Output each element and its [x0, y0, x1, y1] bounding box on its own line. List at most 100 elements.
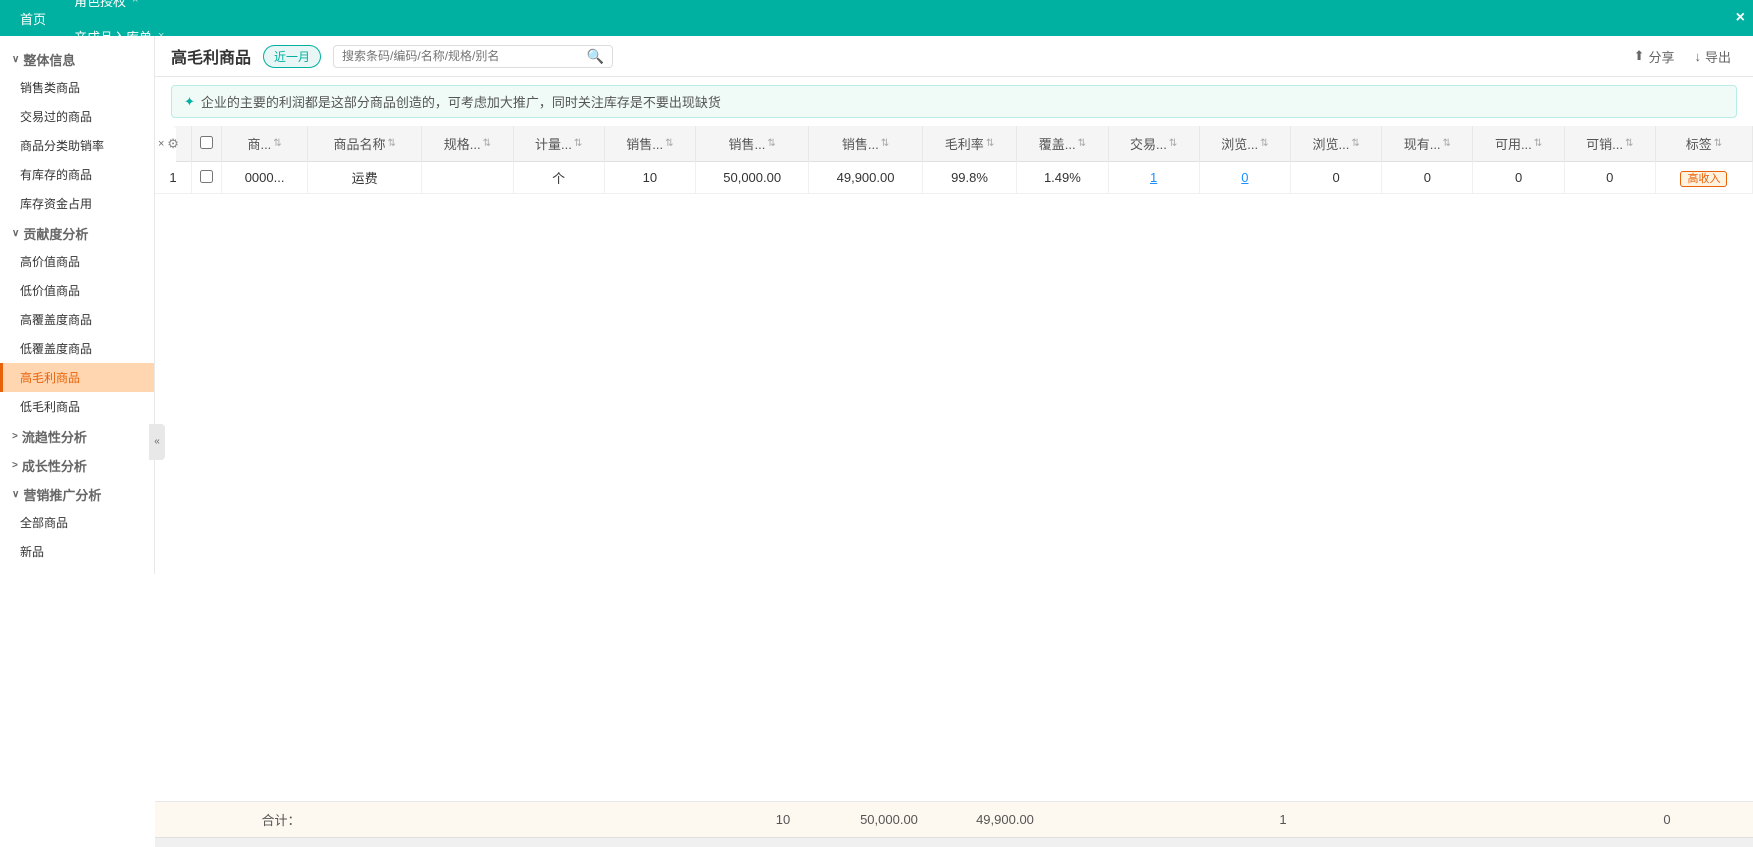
sort-icon-tag: ⇅ [1714, 138, 1722, 149]
bottom-scrollbar[interactable] [155, 837, 1753, 847]
sidebar-item-0-4[interactable]: 库存资金占用 [0, 189, 154, 218]
nav-tab-close[interactable]: × [132, 0, 138, 6]
content-area: 高毛利商品 近一月 🔍 ⬆ 分享 ↓ 导出 ✦ 企业的主要的利润都是这部分商品创… [155, 36, 1753, 847]
footer-sales-profit: 49,900.00 [955, 812, 1055, 827]
sidebar-item-1-5[interactable]: 低毛利商品 [0, 392, 154, 421]
col-header-sales_amount[interactable]: 销售...⇅ [695, 126, 808, 162]
share-icon: ⬆ [1634, 48, 1645, 64]
section-title-1: 贡献度分析 [23, 224, 88, 243]
sidebar-item-1-4[interactable]: 高毛利商品 [0, 363, 154, 392]
table-body: 10000...运费个1050,000.0049,900.0099.8%1.49… [155, 162, 1753, 194]
sidebar-item-4-0[interactable]: 全部商品 [0, 508, 154, 537]
period-button[interactable]: 近一月 [263, 45, 321, 68]
cell-view1[interactable]: 0 [1199, 162, 1290, 194]
sidebar-item-1-1[interactable]: 低价值商品 [0, 276, 154, 305]
notice-icon: ✦ [184, 94, 195, 110]
col-header-view2[interactable]: 浏览...⇅ [1290, 126, 1381, 162]
sidebar-collapse-button[interactable]: « [149, 424, 165, 460]
col-header-view1[interactable]: 浏览...⇅ [1199, 126, 1290, 162]
sidebar-section-3[interactable]: > 成长性分析 [0, 450, 154, 479]
table-head: ⚙商...⇅商品名称⇅规格...⇅计量...⇅销售...⇅销售...⇅销售...… [155, 126, 1753, 162]
col-header-name[interactable]: 商品名称⇅ [308, 126, 422, 162]
sort-icon-stock_sellable: ⇅ [1625, 138, 1633, 149]
col-header-tag[interactable]: 标签⇅ [1655, 126, 1752, 162]
section-arrow-3: > [12, 460, 18, 471]
sidebar-section-0[interactable]: ∨整体信息 [0, 44, 154, 73]
col-header-stock_sellable[interactable]: 可销...⇅ [1564, 126, 1655, 162]
sidebar: ∨整体信息销售类商品交易过的商品商品分类助销率有库存的商品库存资金占用 ∨ 贡献度分… [0, 36, 155, 574]
col-label-sales_count: 销售... [626, 134, 663, 153]
cell-gross_margin: 99.8% [922, 162, 1017, 194]
cell-transaction[interactable]: 1 [1108, 162, 1199, 194]
cell-checkbox[interactable] [192, 162, 222, 194]
sidebar-section-2[interactable]: >流趋性分析 [0, 421, 154, 450]
section-arrow-1: ∨ [12, 228, 19, 239]
nav-tab-3[interactable]: 角色授权× [62, 0, 176, 18]
sidebar-item-0-0[interactable]: 销售类商品 [0, 73, 154, 102]
footer-sales-amount: 50,000.00 [839, 812, 939, 827]
sidebar-item-0-2[interactable]: 商品分类助销率 [0, 131, 154, 160]
col-label-name: 商品名称 [333, 134, 385, 153]
sidebar-item-1-2[interactable]: 高覆盖度商品 [0, 305, 154, 334]
col-label-sales_profit: 销售... [842, 134, 879, 153]
footer-sales-count: 10 [743, 812, 823, 827]
col-header-stock_available[interactable]: 可用...⇅ [1473, 126, 1564, 162]
sort-icon-name: ⇅ [387, 138, 395, 149]
col-label-tag: 标签 [1686, 134, 1712, 153]
sidebar-section-1[interactable]: ∨ 贡献度分析 [0, 218, 154, 247]
export-button[interactable]: ↓ 导出 [1688, 45, 1737, 68]
col-header-coverage[interactable]: 覆盖...⇅ [1017, 126, 1108, 162]
nav-tab-close[interactable]: × [158, 66, 164, 78]
search-icon: 🔍 [587, 48, 604, 65]
col-header-stock_current[interactable]: 现有...⇅ [1382, 126, 1473, 162]
select-all-checkbox[interactable] [200, 136, 213, 149]
sort-icon-sales_profit: ⇅ [881, 138, 889, 149]
col-header-transaction[interactable]: 交易...⇅ [1108, 126, 1199, 162]
cell-unit: 个 [513, 162, 604, 194]
sidebar-item-1-3[interactable]: 低覆盖度商品 [0, 334, 154, 363]
section-title-3: 成长性分析 [22, 456, 87, 475]
sort-icon-unit: ⇅ [574, 138, 582, 149]
cell-tag: 高收入 [1655, 162, 1752, 194]
row-checkbox[interactable] [200, 170, 213, 183]
nav-tab-close[interactable]: × [158, 30, 164, 42]
nav-home[interactable]: 首页 [8, 9, 58, 28]
sidebar-item-0-3[interactable]: 有库存的商品 [0, 160, 154, 189]
search-input[interactable] [342, 49, 583, 63]
col-label-transaction: 交易... [1130, 134, 1167, 153]
col-header-unit[interactable]: 计量...⇅ [513, 126, 604, 162]
section-title-2: 流趋性分析 [22, 427, 87, 446]
share-button[interactable]: ⬆ 分享 [1628, 45, 1681, 68]
cell-stock_current: 0 [1382, 162, 1473, 194]
view1-link[interactable]: 0 [1241, 170, 1248, 185]
footer-stock-sellable: 0 [1723, 812, 1753, 827]
col-label-view2: 浏览... [1312, 134, 1349, 153]
col-header-gear: ⚙ [155, 126, 192, 162]
transaction-link[interactable]: 1 [1150, 170, 1157, 185]
cell-view2: 0 [1290, 162, 1381, 194]
col-header-sales_profit[interactable]: 销售...⇅ [809, 126, 922, 162]
table-container[interactable]: ⚙商...⇅商品名称⇅规格...⇅计量...⇅销售...⇅销售...⇅销售...… [155, 126, 1753, 801]
sidebar-wrapper: ∨整体信息销售类商品交易过的商品商品分类助销率有库存的商品库存资金占用 ∨ 贡献度分… [0, 36, 155, 847]
sidebar-section-4[interactable]: ∨营销推广分析 [0, 479, 154, 508]
footer-stock-available: 0 [1627, 812, 1707, 827]
top-nav: 首页 销售单×进货单×权限设置×角色授权×产成品入库单×单据模板设置×商品分析×… [0, 0, 1753, 36]
col-label-stock_available: 可用... [1495, 134, 1532, 153]
col-header-spec[interactable]: 规格...⇅ [422, 126, 513, 162]
cell-sales_amount: 50,000.00 [695, 162, 808, 194]
sidebar-item-4-1[interactable]: 新品 [0, 537, 154, 566]
cell-sales_count: 10 [604, 162, 695, 194]
search-box: 🔍 [333, 45, 613, 68]
sort-icon-code: ⇅ [273, 138, 281, 149]
sort-icon-stock_available: ⇅ [1534, 138, 1542, 149]
col-header-code[interactable]: 商...⇅ [222, 126, 308, 162]
sidebar-item-0-1[interactable]: 交易过的商品 [0, 102, 154, 131]
cell-name: 运费 [308, 162, 422, 194]
col-header-gross_margin[interactable]: 毛利率⇅ [922, 126, 1017, 162]
sidebar-item-1-0[interactable]: 高价值商品 [0, 247, 154, 276]
cell-stock_available: 0 [1473, 162, 1564, 194]
col-header-sales_count[interactable]: 销售...⇅ [604, 126, 695, 162]
gear-icon[interactable]: ⚙ [167, 136, 179, 151]
section-arrow-0: ∨ [12, 54, 19, 65]
close-all-button[interactable]: × [1736, 9, 1745, 27]
